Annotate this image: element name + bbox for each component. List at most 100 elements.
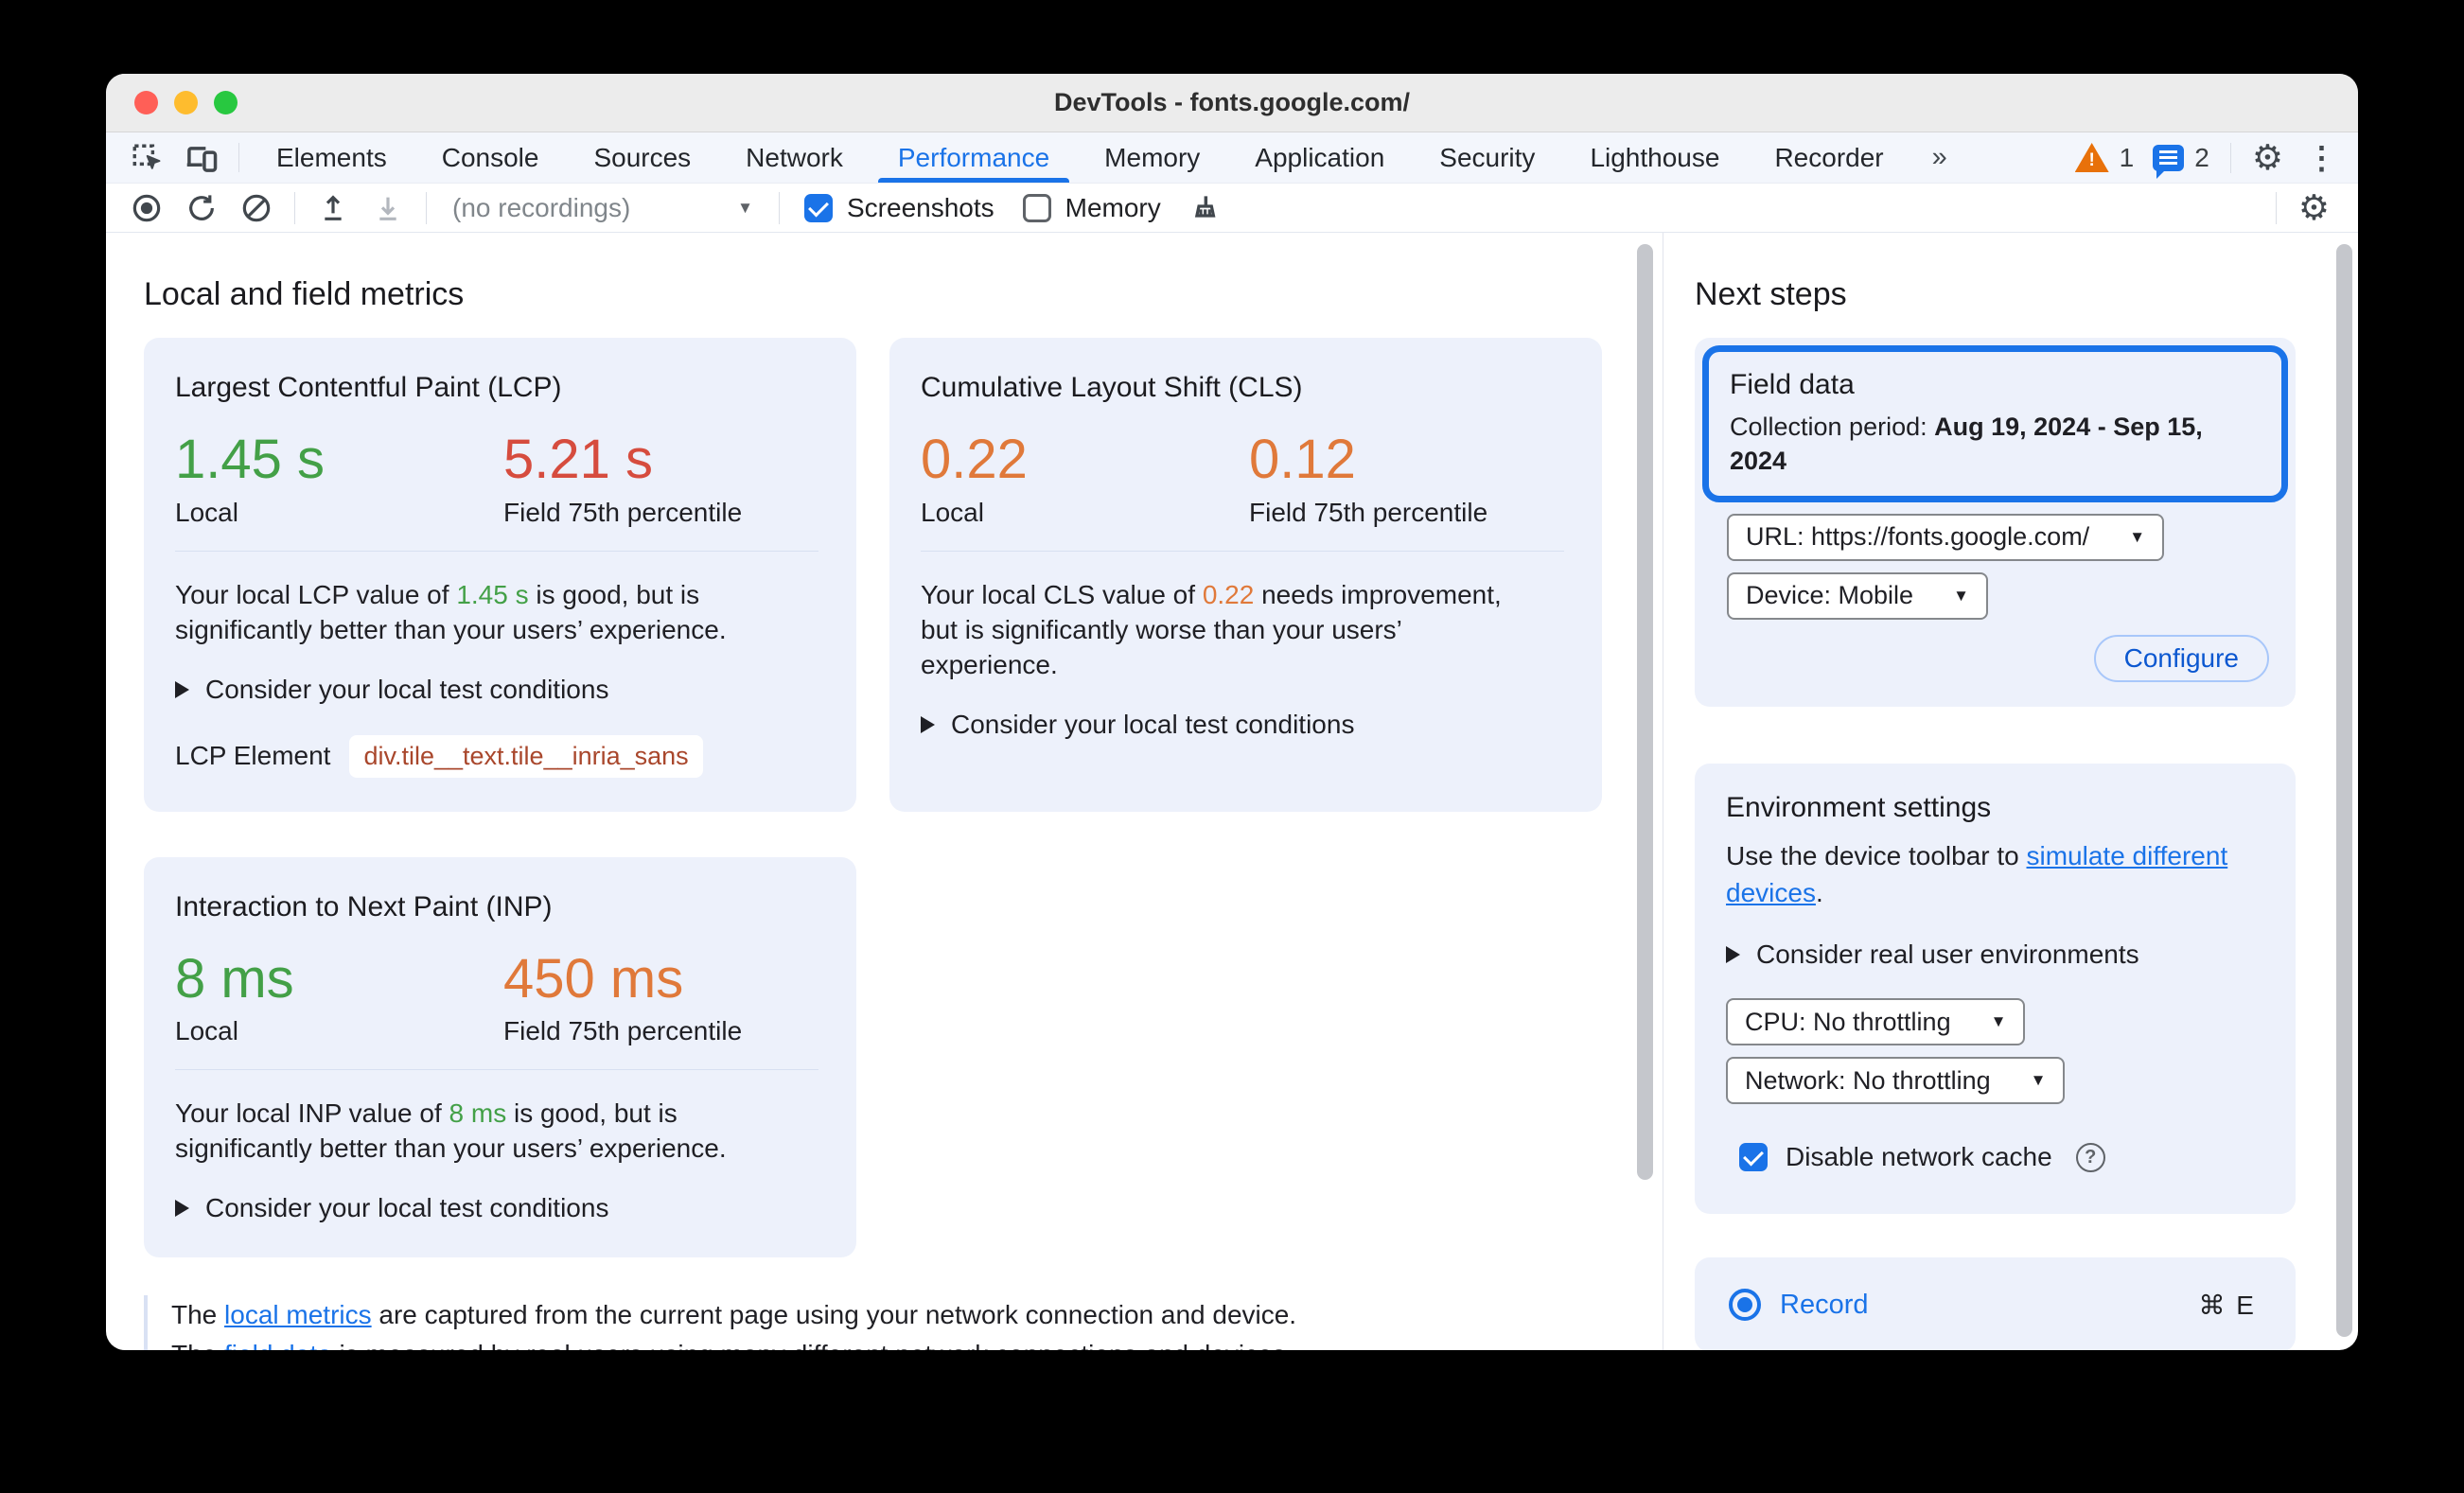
toolbar-separator [426,191,427,224]
reload-icon [189,194,214,220]
tab-network[interactable]: Network [718,132,871,183]
tabbar-right-controls: ! 1 2 ⚙ ⋮ [2074,132,2358,183]
screenshots-checkbox-row[interactable]: Screenshots [804,193,994,223]
capture-settings-gear-icon[interactable]: ⚙ [2285,190,2343,225]
save-profile-button[interactable] [362,186,414,230]
kebab-menu-icon[interactable]: ⋮ [2302,142,2341,173]
main-scrollbar[interactable] [1637,244,1653,1180]
chevron-down-icon: ▼ [737,198,753,217]
memory-checkbox-row[interactable]: Memory [1022,192,1161,223]
reload-and-record-button[interactable] [176,186,227,230]
more-tabs-button[interactable]: » [1911,132,1966,183]
lcp-desc-value: 1.45 s [456,579,529,609]
environment-settings-title: Environment settings [1726,791,1992,823]
cls-local-value: 0.22 [921,429,1028,490]
local-metrics-link[interactable]: local metrics [224,1300,372,1329]
inp-consider-disclosure[interactable]: Consider your local test conditions [175,1193,818,1223]
settings-gear-icon[interactable]: ⚙ [2252,140,2283,175]
inspect-element-button[interactable] [119,132,174,183]
tab-label: Application [1255,142,1385,172]
garbage-collect-button[interactable] [1177,186,1228,230]
chevron-down-icon: ▼ [2129,527,2146,546]
memory-label: Memory [1065,192,1161,222]
tab-elements[interactable]: Elements [249,132,414,183]
metrics-footnote: The local metrics are captured from the … [144,1295,1487,1350]
inp-card: Interaction to Next Paint (INP) 8 ms Loc… [144,856,856,1258]
close-window-button[interactable] [134,91,158,114]
devtools-tabbar: Elements Console Sources Network Perform… [106,132,2358,184]
record-action[interactable]: Record [1729,1289,1869,1322]
lcp-field-value: 5.21 s [503,429,653,490]
field-data-card: Field data Collection period: Aug 19, 20… [1695,338,2296,707]
sidebar-scrollbar[interactable] [2336,244,2352,1337]
device-dropdown[interactable]: Device: Mobile ▼ [1727,571,1988,620]
traffic-lights [134,74,238,132]
toggle-device-toolbar-button[interactable] [174,132,229,183]
record-card: Record ⌘ E [1695,1257,2296,1350]
clear-button[interactable] [231,186,282,230]
inp-description: Your local INP value of 8 ms is good, bu… [175,1097,790,1167]
inp-local-label: Local [175,1016,238,1046]
disable-cache-row[interactable]: Disable network cache ? [1739,1142,2264,1172]
next-steps-sidebar: Next steps Field data Collection period:… [1663,233,2358,1350]
cpu-throttling-dropdown[interactable]: CPU: No throttling ▼ [1726,998,2026,1046]
cls-consider-label: Consider your local test conditions [951,709,1355,739]
memory-checkbox[interactable] [1022,193,1051,222]
network-throttling-dropdown[interactable]: Network: No throttling ▼ [1726,1057,2066,1105]
disclosure-triangle-icon [921,715,935,733]
field-data-selects: URL: https://fonts.google.com/ ▼ Device:… [1727,513,2288,620]
configure-row: Configure [1702,634,2288,682]
tab-memory[interactable]: Memory [1077,132,1227,183]
metric-cards-grid: Largest Contentful Paint (LCP) 1.45 s Lo… [144,338,1663,1258]
zoom-window-button[interactable] [214,91,238,114]
field-data-link[interactable]: field data [224,1340,332,1350]
tabbar-separator [238,143,239,172]
scrollbar-thumb[interactable] [2336,244,2352,1337]
record-button[interactable] [121,186,172,230]
lcp-element-link[interactable]: div.tile__text.tile__inria_sans [349,734,703,778]
collection-period-label: Collection period: [1730,413,1935,441]
cls-consider-disclosure[interactable]: Consider your local test conditions [921,710,1564,740]
screenshots-checkbox[interactable] [804,193,833,222]
scrollbar-thumb[interactable] [1637,244,1653,1180]
footnote-text: is measured by real users using many dif… [332,1340,1293,1350]
footnote-text: are captured from the current page using… [371,1300,1297,1330]
device-dropdown-value: Device: Mobile [1746,581,1914,610]
tab-console[interactable]: Console [414,132,567,183]
divider [921,550,1564,552]
issues-badge[interactable]: 2 [2153,143,2209,179]
tab-application[interactable]: Application [1227,132,1412,183]
load-profile-button[interactable] [308,186,359,230]
tab-sources[interactable]: Sources [566,132,718,183]
lcp-field-label: Field 75th percentile [503,497,743,527]
lcp-local-column: 1.45 s Local [175,429,503,528]
tab-security[interactable]: Security [1412,132,1562,183]
device-toolbar-icon [186,146,218,172]
cls-field-value: 0.12 [1249,429,1356,490]
record-icon [1729,1289,1761,1322]
cls-values-row: 0.22 Local 0.12 Field 75th percentile [921,429,1564,528]
url-dropdown[interactable]: URL: https://fonts.google.com/ ▼ [1727,513,2165,561]
performance-toolbar: (no recordings) ▼ Screenshots Memory ⚙ [106,184,2358,233]
minimize-window-button[interactable] [174,91,198,114]
inp-field-value: 450 ms [503,947,684,1010]
tab-performance[interactable]: Performance [871,132,1077,183]
lcp-consider-disclosure[interactable]: Consider your local test conditions [175,675,818,705]
warning-icon: ! [2074,143,2109,172]
cls-field-label: Field 75th percentile [1249,497,1488,527]
disable-cache-checkbox[interactable] [1739,1143,1768,1172]
lcp-consider-label: Consider your local test conditions [205,674,609,704]
tab-lighthouse[interactable]: Lighthouse [1562,132,1747,183]
lcp-local-value: 1.45 s [175,429,325,490]
real-user-environments-disclosure[interactable]: Consider real user environments [1726,940,2264,970]
disclosure-triangle-icon [1726,946,1740,964]
recordings-dropdown[interactable]: (no recordings) ▼ [439,193,766,223]
lcp-values-row: 1.45 s Local 5.21 s Field 75th percentil… [175,429,818,528]
configure-button[interactable]: Configure [2093,634,2269,682]
toolbar-separator [294,191,295,224]
lcp-element-row: LCP Element div.tile__text.tile__inria_s… [175,734,818,778]
chevron-down-icon: ▼ [2030,1071,2047,1090]
help-icon[interactable]: ? [2075,1142,2105,1172]
tab-recorder[interactable]: Recorder [1747,132,1910,183]
warnings-badge[interactable]: ! 1 [2074,143,2134,173]
